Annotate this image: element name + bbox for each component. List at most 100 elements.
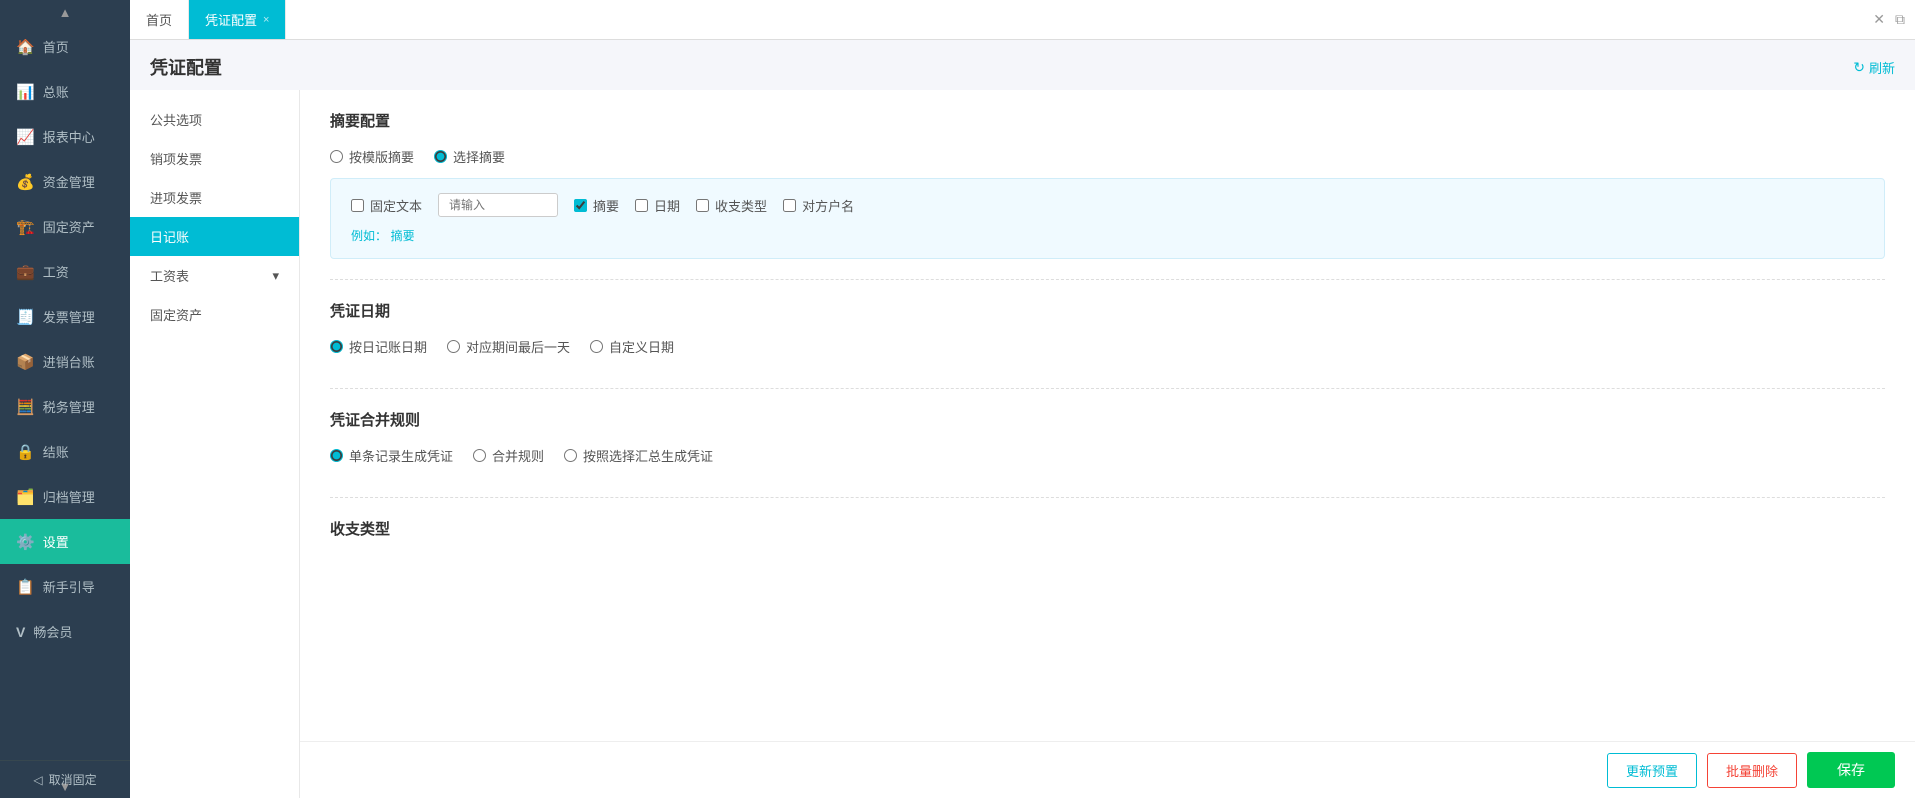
window-maximize-button[interactable]: ⧉ [1895, 11, 1905, 28]
summary-radio-template[interactable]: 按模版摘要 [330, 147, 414, 166]
checkbox-counterpart-input[interactable] [783, 199, 796, 212]
tax-icon: 🧮 [16, 398, 35, 416]
sidebar-label-ledger: 总账 [43, 82, 69, 101]
summary-radio-select[interactable]: 选择摘要 [434, 147, 505, 166]
checkbox-summary-label: 摘要 [593, 196, 619, 215]
refresh-button[interactable]: ↻ 刷新 [1853, 58, 1895, 77]
guide-icon: 📋 [16, 578, 35, 596]
voucher-date-title: 凭证日期 [330, 300, 1885, 321]
summary-radio-template-input[interactable] [330, 150, 343, 163]
right-panel-outer: 摘要配置 按模版摘要 选择摘要 [300, 90, 1915, 798]
merge-radio-rules-input[interactable] [473, 449, 486, 462]
checkbox-income-type-input[interactable] [696, 199, 709, 212]
sidebar-item-guide[interactable]: 📋 新手引导 [0, 564, 130, 609]
checkbox-income-type[interactable]: 收支类型 [696, 196, 767, 215]
summary-example-row: 例如： 摘要 [351, 227, 1864, 244]
checkbox-summary[interactable]: 摘要 [574, 196, 619, 215]
merge-rules-title: 凭证合并规则 [330, 409, 1885, 430]
sidebar-item-tax[interactable]: 🧮 税务管理 [0, 384, 130, 429]
sidebar-bottom: ◁ 取消固定 [0, 760, 130, 798]
sidebar-item-home[interactable]: 🏠 首页 [0, 24, 130, 69]
sidebar-scroll-area: 🏠 首页 📊 总账 📈 报表中心 💰 资金管理 🏗️ 固定资产 💼 工资 🧾 发… [0, 24, 130, 774]
date-radio-period-last-label: 对应期间最后一天 [466, 337, 570, 356]
left-nav-fixed-assets-label: 固定资产 [150, 305, 202, 324]
example-value: 摘要 [391, 229, 415, 243]
save-button[interactable]: 保存 [1807, 752, 1895, 788]
sidebar-item-settings[interactable]: ⚙️ 设置 [0, 519, 130, 564]
funds-icon: 💰 [16, 173, 35, 191]
sidebar-item-ledger[interactable]: 📊 总账 [0, 69, 130, 114]
pin-icon: ◁ [33, 773, 42, 787]
assets-icon: 🏗️ [16, 218, 35, 236]
batch-delete-button[interactable]: 批量删除 [1707, 753, 1797, 788]
page-title: 凭证配置 [150, 54, 222, 80]
sidebar-label-guide: 新手引导 [43, 577, 95, 596]
window-close-button[interactable]: ✕ [1873, 11, 1885, 28]
page-header: 凭证配置 ↻ 刷新 [130, 40, 1915, 90]
sidebar-label-member: 畅会员 [33, 622, 72, 641]
date-radio-custom[interactable]: 自定义日期 [590, 337, 674, 356]
left-nav-purchase-invoice-label: 进项发票 [150, 188, 202, 207]
date-radio-journal-label: 按日记账日期 [349, 337, 427, 356]
sidebar-item-reports[interactable]: 📈 报表中心 [0, 114, 130, 159]
tab-bar: 首页 凭证配置 × ✕ ⧉ [130, 0, 1915, 40]
sidebar-item-purchase[interactable]: 📦 进销台账 [0, 339, 130, 384]
sidebar-item-salary[interactable]: 💼 工资 [0, 249, 130, 294]
date-radio-period-last-input[interactable] [447, 340, 460, 353]
tab-home-label: 首页 [146, 10, 172, 29]
merge-radio-single[interactable]: 单条记录生成凭证 [330, 446, 453, 465]
merge-radio-rules[interactable]: 合并规则 [473, 446, 544, 465]
date-radio-period-last[interactable]: 对应期间最后一天 [447, 337, 570, 356]
merge-radio-aggregate[interactable]: 按照选择汇总生成凭证 [564, 446, 713, 465]
date-radio-custom-input[interactable] [590, 340, 603, 353]
checkbox-fixed-text[interactable]: 固定文本 [351, 196, 422, 215]
sidebar-item-funds[interactable]: 💰 资金管理 [0, 159, 130, 204]
left-nav-journal-label: 日记账 [150, 227, 189, 246]
sidebar-scroll-up[interactable]: ▲ [0, 0, 130, 24]
tab-voucher-config[interactable]: 凭证配置 × [189, 0, 286, 39]
sidebar-item-archive[interactable]: 🗂️ 归档管理 [0, 474, 130, 519]
date-radio-journal-input[interactable] [330, 340, 343, 353]
left-nav-sales-invoice[interactable]: 销项发票 [130, 139, 299, 178]
sidebar-label-funds: 资金管理 [43, 172, 95, 191]
payroll-expand-icon: ▾ [272, 268, 279, 284]
merge-rules-radio-row: 单条记录生成凭证 合并规则 按照选择汇总生成凭证 [330, 446, 1885, 465]
fixed-text-input[interactable] [438, 193, 558, 217]
checkbox-counterpart[interactable]: 对方户名 [783, 196, 854, 215]
left-nav-public[interactable]: 公共选项 [130, 100, 299, 139]
sidebar-item-closing[interactable]: 🔒 结账 [0, 429, 130, 474]
merge-radio-single-input[interactable] [330, 449, 343, 462]
member-icon: V [16, 624, 25, 640]
summary-radio-select-input[interactable] [434, 150, 447, 163]
sidebar-item-invoice[interactable]: 🧾 发票管理 [0, 294, 130, 339]
sidebar-label-archive: 归档管理 [43, 487, 95, 506]
left-nav-purchase-invoice[interactable]: 进项发票 [130, 178, 299, 217]
tab-home[interactable]: 首页 [130, 0, 189, 39]
checkbox-fixed-text-label: 固定文本 [370, 196, 422, 215]
left-nav-payroll[interactable]: 工资表 ▾ [130, 256, 299, 295]
sidebar-toggle-button[interactable]: ◁ 取消固定 [0, 761, 130, 798]
page-content: 凭证配置 ↻ 刷新 公共选项 销项发票 进项发票 日记账 [130, 40, 1915, 798]
checkbox-date-label: 日期 [654, 196, 680, 215]
checkbox-summary-input[interactable] [574, 199, 587, 212]
sidebar-item-assets[interactable]: 🏗️ 固定资产 [0, 204, 130, 249]
voucher-date-section: 凭证日期 按日记账日期 对应期间最后一天 [330, 300, 1885, 389]
tab-close-button[interactable]: × [263, 14, 269, 26]
merge-radio-aggregate-label: 按照选择汇总生成凭证 [583, 446, 713, 465]
voucher-date-radio-row: 按日记账日期 对应期间最后一天 自定义日期 [330, 337, 1885, 356]
update-preview-button[interactable]: 更新预置 [1607, 753, 1697, 788]
left-nav-fixed-assets[interactable]: 固定资产 [130, 295, 299, 334]
date-radio-journal[interactable]: 按日记账日期 [330, 337, 427, 356]
checkbox-date[interactable]: 日期 [635, 196, 680, 215]
merge-rules-section: 凭证合并规则 单条记录生成凭证 合并规则 [330, 409, 1885, 498]
left-nav-journal[interactable]: 日记账 [130, 217, 299, 256]
checkbox-date-input[interactable] [635, 199, 648, 212]
merge-radio-aggregate-input[interactable] [564, 449, 577, 462]
sidebar-label-home: 首页 [43, 37, 69, 56]
date-radio-custom-label: 自定义日期 [609, 337, 674, 356]
sidebar-label-purchase: 进销台账 [43, 352, 95, 371]
checkbox-fixed-text-input[interactable] [351, 199, 364, 212]
bottom-bar: 更新预置 批量删除 保存 [300, 741, 1915, 798]
left-nav-payroll-label: 工资表 [150, 266, 189, 285]
sidebar-item-member[interactable]: V 畅会员 [0, 609, 130, 654]
